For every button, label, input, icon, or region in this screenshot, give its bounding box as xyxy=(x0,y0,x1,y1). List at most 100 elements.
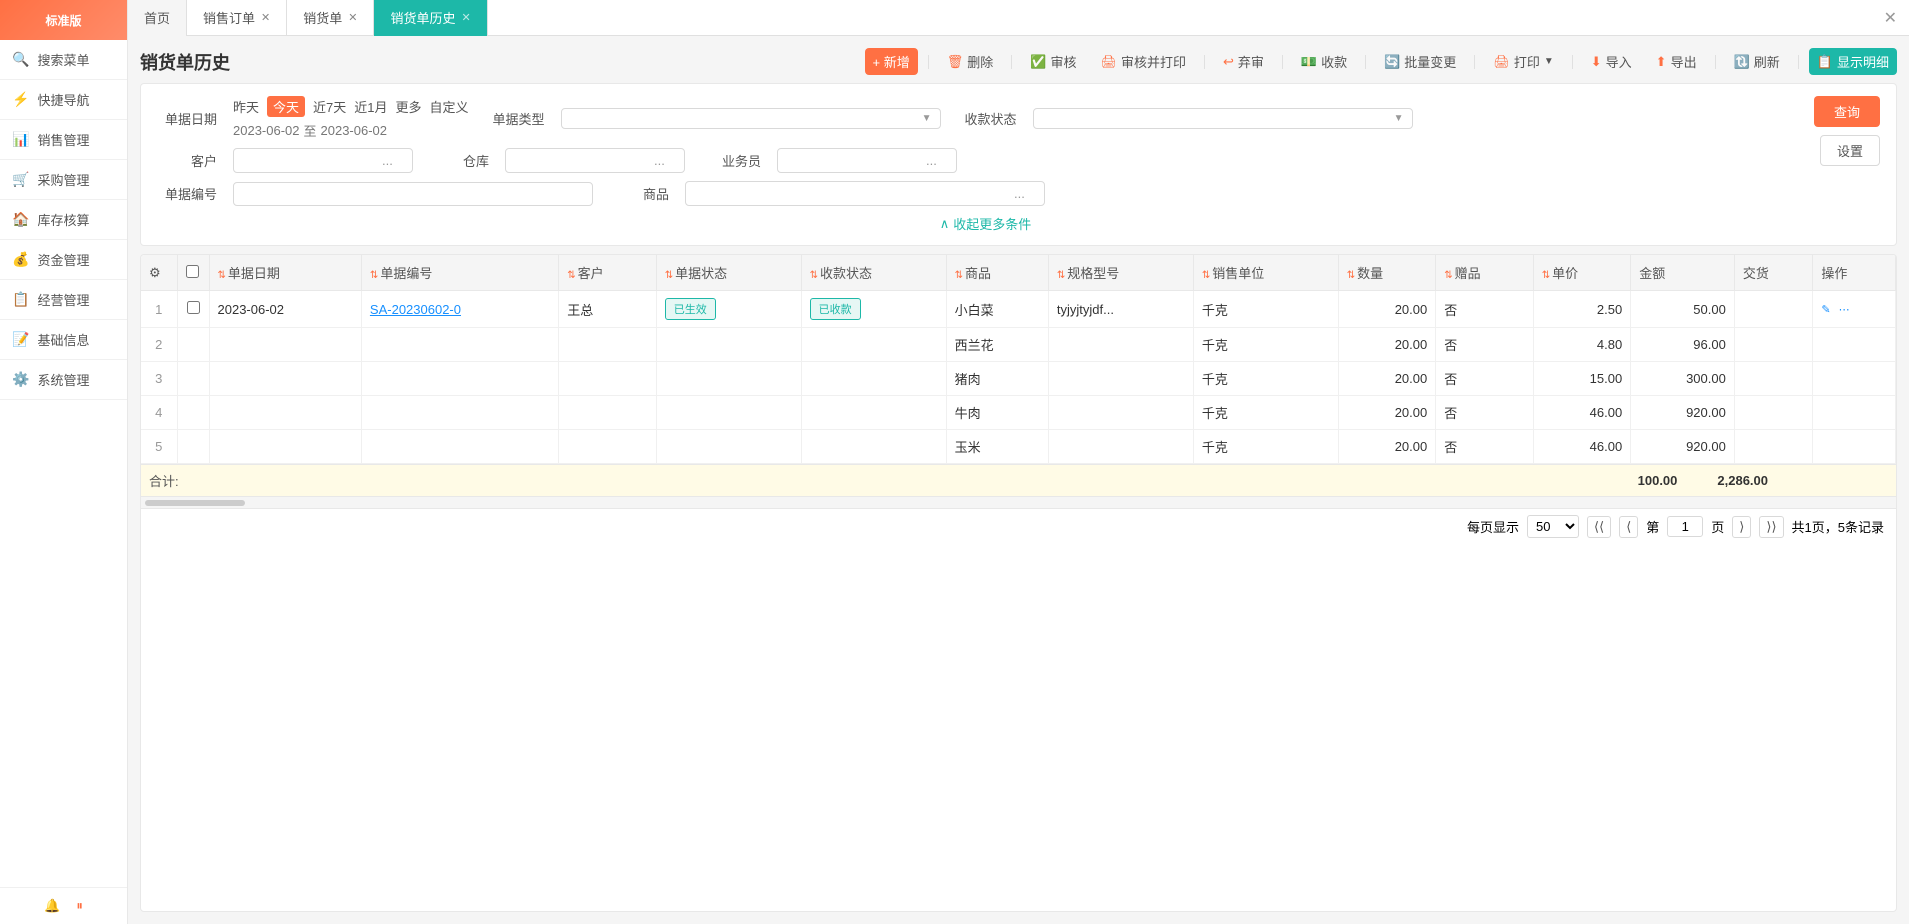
doc-num-input[interactable] xyxy=(233,182,593,206)
toolbar: + 新增 🗑 删除 ✅ 审核 🖨 审核并打印 ↩ xyxy=(865,48,1898,75)
row-amount-cell: 300.00 xyxy=(1631,362,1735,396)
row-num-cell xyxy=(361,396,558,430)
row-checkbox-cell[interactable] xyxy=(177,396,209,430)
sidebar-item-sales[interactable]: 📊 销售管理 xyxy=(0,120,127,160)
tab-sales-delivery-close[interactable]: ✕ xyxy=(348,11,357,24)
row-num-cell: 3 xyxy=(141,362,177,396)
tab-sales-history-close[interactable]: ✕ xyxy=(462,11,471,24)
row-checkbox-cell[interactable] xyxy=(177,430,209,464)
setting-button[interactable]: 设置 xyxy=(1820,135,1880,166)
toolbar-divider1 xyxy=(928,55,929,69)
row-customer-cell xyxy=(559,362,656,396)
new-button[interactable]: + 新增 xyxy=(865,48,918,75)
tab-sales-delivery[interactable]: 销货单 ✕ xyxy=(287,0,374,36)
warehouse-dots-icon[interactable]: ... xyxy=(654,153,665,168)
search-icon: 🔍 xyxy=(12,51,29,68)
sidebar-item-finance[interactable]: 💰 资金管理 xyxy=(0,240,127,280)
edit-action-button[interactable]: ✎ xyxy=(1821,303,1830,316)
staff-input[interactable] xyxy=(786,154,926,168)
page-input[interactable] xyxy=(1667,516,1703,537)
col-gear[interactable]: ⚙ xyxy=(141,255,177,291)
sidebar-item-system[interactable]: ⚙️ 系统管理 xyxy=(0,360,127,400)
shortcut-7days[interactable]: 近7天 xyxy=(313,97,346,116)
display-button[interactable]: 📋 显示明细 xyxy=(1809,48,1897,75)
row-checkbox-cell[interactable] xyxy=(177,362,209,396)
doc-type-select[interactable]: ▼ xyxy=(561,108,941,129)
sidebar-item-search[interactable]: 🔍 搜索菜单 xyxy=(0,40,127,80)
col-qty[interactable]: ⇅数量 xyxy=(1338,255,1435,291)
sidebar-item-quick[interactable]: ⚡ 快捷导航 xyxy=(0,80,127,120)
refresh-button[interactable]: 🔃 刷新 xyxy=(1726,48,1788,75)
select-all-checkbox[interactable] xyxy=(186,265,199,278)
horizontal-scrollbar[interactable] xyxy=(141,496,1896,508)
review-print-label: 审核并打印 xyxy=(1121,52,1186,71)
col-num[interactable]: ⇅单据编号 xyxy=(361,255,558,291)
col-collect-status[interactable]: ⇅收款状态 xyxy=(801,255,946,291)
tab-sales-history[interactable]: 销货单历史 ✕ xyxy=(374,0,487,36)
sidebar-item-inventory[interactable]: 🏠 库存核算 xyxy=(0,200,127,240)
batch-change-button[interactable]: 🔄 批量变更 xyxy=(1376,48,1464,75)
collect-status-select[interactable]: ▼ xyxy=(1033,108,1413,129)
review-button[interactable]: ✅ 审核 xyxy=(1022,48,1084,75)
row-gift-cell: 否 xyxy=(1436,396,1533,430)
next-page-button[interactable]: ⟩ xyxy=(1732,516,1751,538)
shortcut-custom[interactable]: 自定义 xyxy=(430,97,469,116)
sidebar-item-purchase[interactable]: 🛒 采购管理 xyxy=(0,160,127,200)
sidebar-bottom-icon1[interactable]: 🔔 xyxy=(44,898,60,914)
col-unit[interactable]: ⇅销售单位 xyxy=(1193,255,1338,291)
export-icon: ⬆ xyxy=(1656,54,1667,70)
col-price[interactable]: ⇅单价 xyxy=(1533,255,1630,291)
row-checkbox[interactable] xyxy=(187,301,200,314)
tab-home-label: 首页 xyxy=(144,8,170,27)
sidebar-item-basic[interactable]: 📝 基础信息 xyxy=(0,320,127,360)
tab-sales-order-close[interactable]: ✕ xyxy=(261,11,270,24)
row-doc-status-cell xyxy=(656,362,801,396)
goods-input[interactable] xyxy=(694,187,1014,201)
page-size-select[interactable]: 20 50 100 xyxy=(1527,515,1579,538)
print-button[interactable]: 🖨 打印 ▼ xyxy=(1485,48,1561,75)
abandon-button[interactable]: ↩ 弃审 xyxy=(1215,48,1272,75)
row-date-cell xyxy=(209,362,361,396)
sidebar-bottom-icon2[interactable]: ⏸ xyxy=(76,898,83,914)
col-customer[interactable]: ⇅客户 xyxy=(559,255,656,291)
shortcut-more[interactable]: 更多 xyxy=(396,97,422,116)
row-goods-cell: 玉米 xyxy=(946,430,1048,464)
warehouse-input[interactable] xyxy=(514,154,654,168)
staff-dots-icon[interactable]: ... xyxy=(926,153,937,168)
row-checkbox-cell[interactable] xyxy=(177,328,209,362)
export-button[interactable]: ⬆ 导出 xyxy=(1648,48,1705,75)
col-spec[interactable]: ⇅规格型号 xyxy=(1048,255,1193,291)
prev-page-button[interactable]: ⟨ xyxy=(1619,516,1638,538)
row-collect-status-cell xyxy=(801,430,946,464)
tab-sales-order[interactable]: 销售订单 ✕ xyxy=(187,0,287,36)
tab-home[interactable]: 首页 xyxy=(128,0,187,36)
sidebar-item-operations[interactable]: 📋 经营管理 xyxy=(0,280,127,320)
row-doc-status-cell xyxy=(656,430,801,464)
row-checkbox-cell[interactable] xyxy=(177,291,209,328)
filter-row-2: 客户 ... 仓库 ... 业务员 ... xyxy=(157,148,1814,173)
table-row: 4 牛肉 千克 20.00 否 46.00 920.00 xyxy=(141,396,1896,430)
customer-input[interactable] xyxy=(242,154,382,168)
first-page-button[interactable]: ⟨⟨ xyxy=(1587,516,1611,538)
col-goods[interactable]: ⇅商品 xyxy=(946,255,1048,291)
shortcut-yesterday[interactable]: 昨天 xyxy=(233,97,259,116)
shortcut-1month[interactable]: 近1月 xyxy=(354,97,387,116)
col-doc-status[interactable]: ⇅单据状态 xyxy=(656,255,801,291)
shortcut-today[interactable]: 今天 xyxy=(267,96,305,117)
col-date[interactable]: ⇅单据日期 xyxy=(209,255,361,291)
doc-num-link[interactable]: SA-20230602-0 xyxy=(370,302,461,317)
collapse-button[interactable]: ∧ 收起更多条件 xyxy=(157,214,1814,233)
delete-button[interactable]: 🗑 删除 xyxy=(939,48,1002,75)
warehouse-label: 仓库 xyxy=(429,151,489,170)
last-page-button[interactable]: ⟩⟩ xyxy=(1759,516,1783,538)
collect-button[interactable]: 💵 收款 xyxy=(1293,48,1355,75)
more-action-button[interactable]: ⋯ xyxy=(1839,303,1850,316)
filter-row-1: 单据日期 昨天 今天 近7天 近1月 更多 自定义 2023 xyxy=(157,96,1814,140)
goods-dots-icon[interactable]: ... xyxy=(1014,186,1025,201)
review-print-button[interactable]: 🖨 审核并打印 xyxy=(1092,48,1194,75)
customer-dots-icon[interactable]: ... xyxy=(382,153,393,168)
close-all-button[interactable]: ✕ xyxy=(1872,8,1909,28)
import-button[interactable]: ⬇ 导入 xyxy=(1583,48,1640,75)
col-gift[interactable]: ⇅赠品 xyxy=(1436,255,1533,291)
query-button[interactable]: 查询 xyxy=(1814,96,1880,127)
